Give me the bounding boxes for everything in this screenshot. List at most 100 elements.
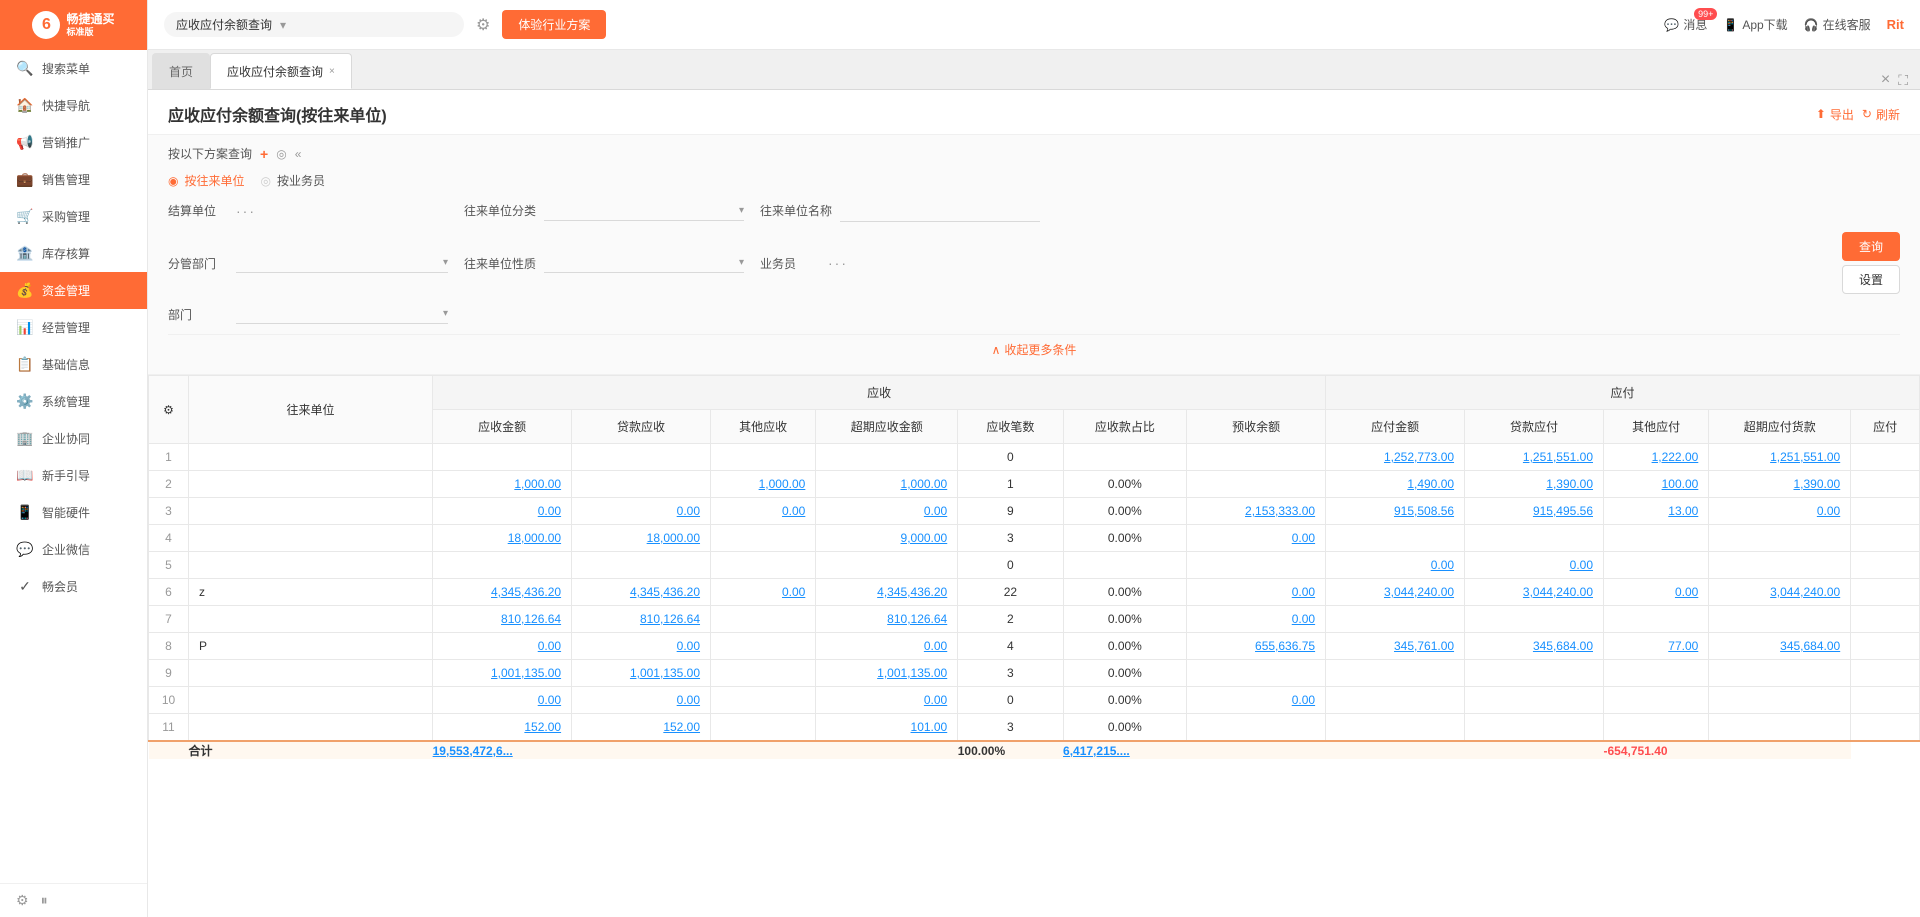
- table-cell[interactable]: 0.00: [1326, 552, 1465, 579]
- table-cell[interactable]: 0.00: [572, 633, 711, 660]
- table-cell[interactable]: 3,044,240.00: [1709, 579, 1851, 606]
- table-cell[interactable]: 1,000.00: [433, 471, 572, 498]
- sidebar-item-system[interactable]: ⚙️ 系统管理: [0, 383, 147, 420]
- table-cell[interactable]: 345,684.00: [1709, 633, 1851, 660]
- table-container[interactable]: ⚙ 往来单位 应收 应付 应收金额 贷款应收 其他应收 超期应收金额 应收笔数 …: [148, 375, 1920, 917]
- table-cell[interactable]: 810,126.64: [572, 606, 711, 633]
- topbar-settings-icon[interactable]: ⚙: [476, 15, 490, 35]
- sidebar-item-corp[interactable]: 🏢 企业协同: [0, 420, 147, 457]
- table-cell[interactable]: 0.00: [572, 498, 711, 525]
- table-cell[interactable]: 345,684.00: [1465, 633, 1604, 660]
- salesperson-dots[interactable]: ···: [828, 255, 848, 271]
- sidebar-item-wechat[interactable]: 💬 企业微信: [0, 531, 147, 568]
- table-cell[interactable]: 0.00: [433, 687, 572, 714]
- tab-current[interactable]: 应收应付余额查询 ×: [210, 53, 352, 89]
- table-cell[interactable]: 4,345,436.20: [816, 579, 958, 606]
- sidebar-item-quicknav[interactable]: 🏠 快捷导航: [0, 87, 147, 124]
- sidebar-item-purchase[interactable]: 🛒 采购管理: [0, 198, 147, 235]
- table-cell[interactable]: 345,761.00: [1326, 633, 1465, 660]
- table-cell[interactable]: 1,252,773.00: [1326, 444, 1465, 471]
- table-cell[interactable]: 18,000.00: [433, 525, 572, 552]
- table-cell[interactable]: 1,000.00: [816, 471, 958, 498]
- table-cell[interactable]: 1,001,135.00: [816, 660, 958, 687]
- breadcrumb[interactable]: 应收应付余额查询 ▾: [164, 12, 464, 37]
- user-label[interactable]: Rit: [1887, 17, 1904, 32]
- table-cell[interactable]: 0.00: [711, 579, 816, 606]
- table-cell[interactable]: 1,251,551.00: [1465, 444, 1604, 471]
- table-cell[interactable]: 101.00: [816, 714, 958, 742]
- promo-button[interactable]: 体验行业方案: [502, 10, 606, 39]
- table-cell[interactable]: 0.00: [1604, 579, 1709, 606]
- sidebar-item-marketing[interactable]: 📢 营销推广: [0, 124, 147, 161]
- table-cell[interactable]: 13.00: [1604, 498, 1709, 525]
- sidebar-collapse-icon[interactable]: ⏸: [41, 892, 48, 909]
- settings-button[interactable]: 设置: [1842, 265, 1900, 294]
- table-cell[interactable]: 810,126.64: [816, 606, 958, 633]
- table-cell[interactable]: 0.00: [1187, 579, 1326, 606]
- table-cell[interactable]: 0.00: [1465, 552, 1604, 579]
- filter-add-button[interactable]: +: [260, 146, 268, 162]
- table-cell[interactable]: 0.00: [572, 687, 711, 714]
- table-cell[interactable]: 1,390.00: [1709, 471, 1851, 498]
- table-cell[interactable]: 655,636.75: [1187, 633, 1326, 660]
- sidebar-item-guide[interactable]: 📖 新手引导: [0, 457, 147, 494]
- sidebar-item-search[interactable]: 🔍 搜索菜单: [0, 50, 147, 87]
- query-button[interactable]: 查询: [1842, 232, 1900, 261]
- table-cell[interactable]: 152.00: [572, 714, 711, 742]
- table-cell[interactable]: 0.00: [1187, 606, 1326, 633]
- table-cell[interactable]: 0.00: [711, 498, 816, 525]
- table-cell[interactable]: 0.00: [433, 633, 572, 660]
- sidebar-item-basic[interactable]: 📋 基础信息: [0, 346, 147, 383]
- sidebar-gear-icon[interactable]: ⚙: [16, 892, 29, 909]
- sidebar-item-sales[interactable]: 💼 销售管理: [0, 161, 147, 198]
- table-cell[interactable]: 152.00: [433, 714, 572, 742]
- department-dropdown[interactable]: ▾: [236, 304, 448, 324]
- filter-collapse-icon[interactable]: «: [295, 147, 302, 161]
- refresh-button[interactable]: ↻ 刷新: [1862, 106, 1900, 123]
- table-cell[interactable]: 1,001,135.00: [572, 660, 711, 687]
- table-cell[interactable]: 3,044,240.00: [1326, 579, 1465, 606]
- table-cell[interactable]: 0.00: [1709, 498, 1851, 525]
- table-cell[interactable]: 9,000.00: [816, 525, 958, 552]
- sidebar-item-member[interactable]: ✓ 畅会员: [0, 568, 147, 605]
- table-cell[interactable]: 915,508.56: [1326, 498, 1465, 525]
- app-download-button[interactable]: 📱 App下载: [1723, 16, 1787, 33]
- filter-settings-icon[interactable]: ◎: [276, 147, 286, 161]
- table-cell[interactable]: 0.00: [1187, 525, 1326, 552]
- settings-col-header[interactable]: ⚙: [149, 376, 189, 444]
- sidebar-item-inventory[interactable]: 🏦 库存核算: [0, 235, 147, 272]
- table-cell[interactable]: 1,390.00: [1465, 471, 1604, 498]
- table-cell[interactable]: 0.00: [433, 498, 572, 525]
- table-cell[interactable]: 0.00: [816, 498, 958, 525]
- dept-dropdown[interactable]: ▾: [236, 253, 448, 273]
- table-cell[interactable]: 1,000.00: [711, 471, 816, 498]
- category-dropdown[interactable]: ▾: [544, 201, 744, 221]
- table-cell[interactable]: 0.00: [816, 633, 958, 660]
- table-cell[interactable]: 915,495.56: [1465, 498, 1604, 525]
- footer-prepay[interactable]: 6,417,215....: [1063, 741, 1187, 759]
- nature-dropdown[interactable]: ▾: [544, 253, 744, 273]
- table-cell[interactable]: 1,251,551.00: [1709, 444, 1851, 471]
- sub-nav-by-salesperson[interactable]: ◎ 按业务员: [261, 172, 326, 189]
- collapse-more-button[interactable]: ∧ 收起更多条件: [168, 334, 1900, 364]
- message-button[interactable]: 💬 消息 99+: [1664, 16, 1707, 33]
- table-cell[interactable]: 1,222.00: [1604, 444, 1709, 471]
- settlement-dots[interactable]: ···: [236, 203, 256, 219]
- table-cell[interactable]: 100.00: [1604, 471, 1709, 498]
- service-button[interactable]: 🎧 在线客服: [1804, 16, 1871, 33]
- table-cell[interactable]: 4,345,436.20: [572, 579, 711, 606]
- tab-home[interactable]: 首页: [152, 53, 210, 89]
- table-cell[interactable]: 1,001,135.00: [433, 660, 572, 687]
- table-cell[interactable]: 2,153,333.00: [1187, 498, 1326, 525]
- window-close-icon[interactable]: ×: [1881, 71, 1890, 89]
- sidebar-item-hardware[interactable]: 📱 智能硬件: [0, 494, 147, 531]
- sidebar-item-finance[interactable]: 💰 资金管理: [0, 272, 147, 309]
- export-button[interactable]: ⬆ 导出: [1816, 106, 1854, 123]
- table-cell[interactable]: 3,044,240.00: [1465, 579, 1604, 606]
- table-cell[interactable]: 0.00: [1187, 687, 1326, 714]
- tab-close-icon[interactable]: ×: [329, 66, 335, 77]
- footer-recv-total[interactable]: 19,553,472,6...: [433, 741, 572, 759]
- window-expand-icon[interactable]: ⛶: [1898, 72, 1908, 89]
- table-cell[interactable]: 77.00: [1604, 633, 1709, 660]
- table-cell[interactable]: 1,490.00: [1326, 471, 1465, 498]
